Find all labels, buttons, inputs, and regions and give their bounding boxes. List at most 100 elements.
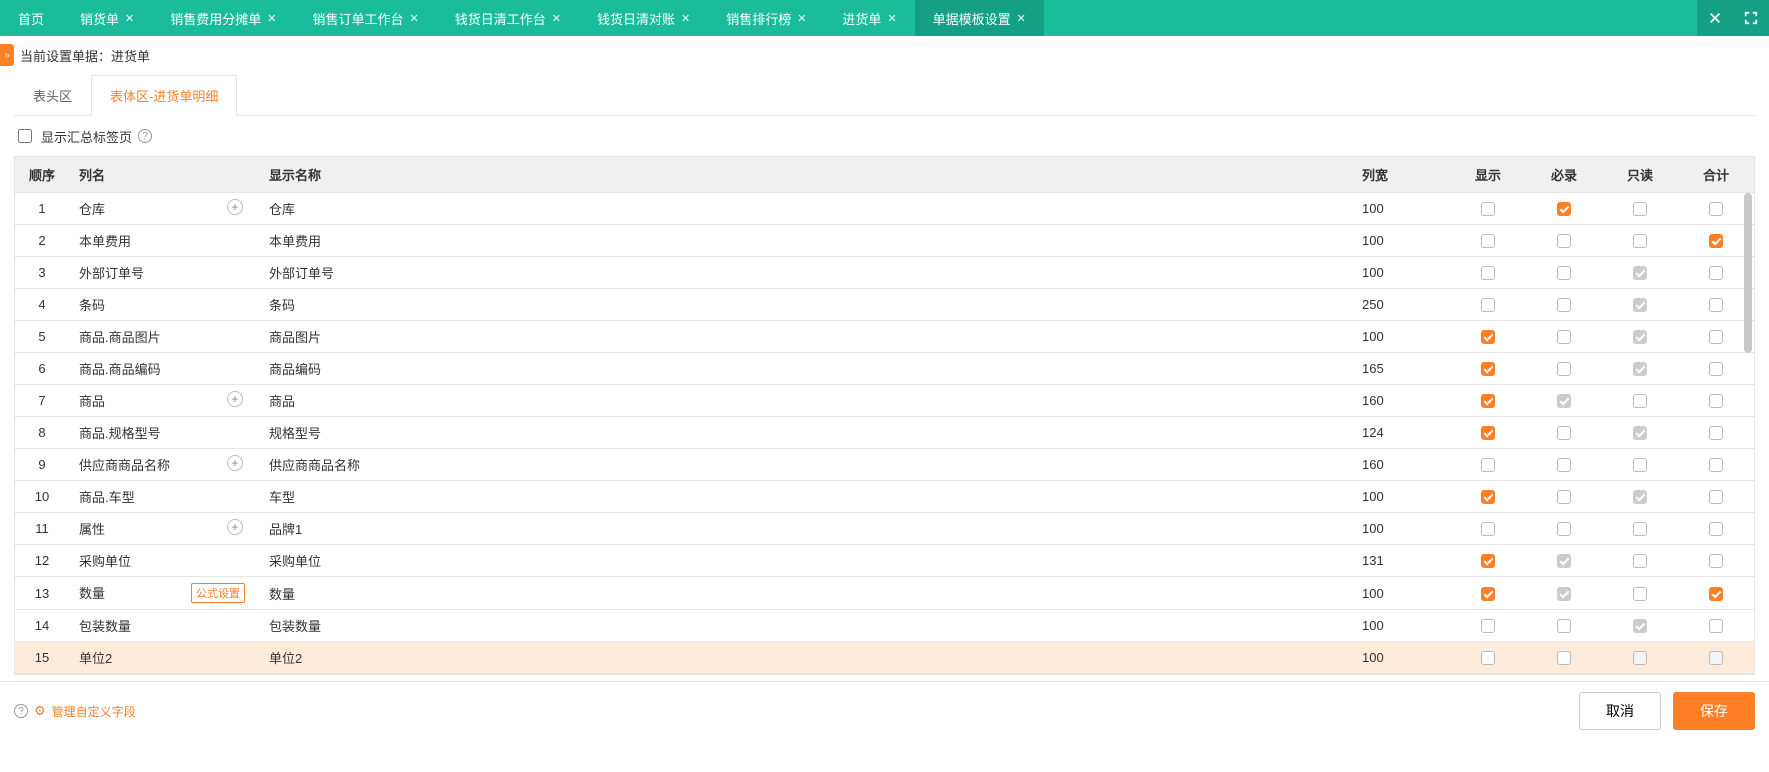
table-row[interactable]: 2本单费用本单费用100	[15, 225, 1754, 257]
close-icon[interactable]: ✕	[410, 12, 419, 25]
checkbox[interactable]	[1481, 362, 1495, 376]
cell-display-name[interactable]: 数量	[259, 577, 1352, 610]
checkbox[interactable]	[1709, 202, 1723, 216]
checkbox[interactable]	[1557, 362, 1571, 376]
checkbox[interactable]	[1481, 651, 1495, 665]
close-icon[interactable]: ✕	[125, 12, 134, 25]
close-icon[interactable]: ✕	[267, 12, 276, 25]
checkbox[interactable]	[1557, 458, 1571, 472]
checkbox[interactable]	[1557, 266, 1571, 280]
cell-width[interactable]: 100	[1352, 225, 1450, 257]
top-tab-8[interactable]: 单据模板设置✕	[915, 0, 1044, 36]
cell-display-name[interactable]: 商品图片	[259, 321, 1352, 353]
close-all-button[interactable]	[1697, 0, 1733, 36]
manage-custom-fields-link[interactable]: ? ⚙ 管理自定义字段	[14, 703, 136, 720]
table-row[interactable]: 13数量公式设置数量100	[15, 577, 1754, 610]
formula-settings-button[interactable]: 公式设置	[191, 583, 245, 603]
checkbox[interactable]	[1709, 234, 1723, 248]
collapse-handle-icon[interactable]: »	[0, 44, 14, 66]
checkbox[interactable]	[1481, 394, 1495, 408]
top-tab-3[interactable]: 销售订单工作台✕	[294, 0, 436, 36]
cell-display-name[interactable]: 品牌1	[259, 513, 1352, 545]
checkbox[interactable]	[1709, 490, 1723, 504]
checkbox[interactable]	[1481, 587, 1495, 601]
close-icon[interactable]: ✕	[552, 12, 561, 25]
top-tab-0[interactable]: 首页	[0, 0, 62, 36]
cell-width[interactable]: 100	[1352, 481, 1450, 513]
cell-display-name[interactable]: 商品	[259, 385, 1352, 417]
checkbox[interactable]	[1481, 619, 1495, 633]
top-tab-2[interactable]: 销售费用分摊单✕	[152, 0, 294, 36]
checkbox[interactable]	[1709, 554, 1723, 568]
checkbox[interactable]	[1633, 202, 1647, 216]
cell-display-name[interactable]: 仓库	[259, 193, 1352, 225]
cell-display-name[interactable]: 采购单位	[259, 545, 1352, 577]
table-row[interactable]: 7商品+商品160	[15, 385, 1754, 417]
checkbox[interactable]	[1633, 234, 1647, 248]
cell-display-name[interactable]: 供应商商品名称	[259, 449, 1352, 481]
checkbox[interactable]	[1633, 554, 1647, 568]
cell-display-name[interactable]: 包装数量	[259, 610, 1352, 642]
checkbox[interactable]	[1557, 234, 1571, 248]
checkbox[interactable]	[1709, 522, 1723, 536]
checkbox[interactable]	[1709, 362, 1723, 376]
checkbox[interactable]	[1481, 458, 1495, 472]
table-row[interactable]: 6商品.商品编码商品编码165	[15, 353, 1754, 385]
checkbox[interactable]	[1709, 458, 1723, 472]
checkbox[interactable]	[1633, 394, 1647, 408]
cell-width[interactable]: 124	[1352, 417, 1450, 449]
cell-width[interactable]: 160	[1352, 449, 1450, 481]
save-button[interactable]: 保存	[1673, 692, 1755, 730]
checkbox[interactable]	[1481, 490, 1495, 504]
checkbox[interactable]	[1557, 651, 1571, 665]
add-icon[interactable]: +	[227, 199, 243, 215]
checkbox[interactable]	[1709, 587, 1723, 601]
close-icon[interactable]: ✕	[681, 12, 690, 25]
cell-width[interactable]: 100	[1352, 577, 1450, 610]
checkbox[interactable]	[1557, 522, 1571, 536]
cell-width[interactable]: 100	[1352, 257, 1450, 289]
sub-tab-1[interactable]: 表体区-进货单明细	[91, 75, 237, 116]
checkbox[interactable]	[1481, 202, 1495, 216]
add-icon[interactable]: +	[227, 391, 243, 407]
table-row[interactable]: 11属性+品牌1100	[15, 513, 1754, 545]
checkbox[interactable]	[1633, 458, 1647, 472]
checkbox[interactable]	[1481, 330, 1495, 344]
cell-display-name[interactable]: 条码	[259, 289, 1352, 321]
top-tab-5[interactable]: 钱货日清对账✕	[579, 0, 708, 36]
checkbox[interactable]	[1557, 619, 1571, 633]
checkbox[interactable]	[1709, 330, 1723, 344]
vertical-scrollbar[interactable]	[1744, 193, 1752, 672]
add-icon[interactable]: +	[227, 519, 243, 535]
cell-width[interactable]: 100	[1352, 610, 1450, 642]
table-row[interactable]: 9供应商商品名称+供应商商品名称160	[15, 449, 1754, 481]
cell-width[interactable]: 131	[1352, 545, 1450, 577]
checkbox[interactable]	[1709, 619, 1723, 633]
help-icon[interactable]: ?	[138, 129, 152, 143]
checkbox[interactable]	[1709, 298, 1723, 312]
checkbox[interactable]	[1481, 266, 1495, 280]
checkbox[interactable]	[1633, 587, 1647, 601]
table-row[interactable]: 15单位2单位2100	[15, 642, 1754, 674]
close-icon[interactable]: ✕	[887, 12, 896, 25]
add-icon[interactable]: +	[227, 455, 243, 471]
cell-width[interactable]: 100	[1352, 513, 1450, 545]
close-icon[interactable]: ✕	[1017, 12, 1026, 25]
checkbox[interactable]	[1557, 330, 1571, 344]
cell-width[interactable]: 160	[1352, 385, 1450, 417]
checkbox[interactable]	[1557, 426, 1571, 440]
checkbox[interactable]	[1481, 234, 1495, 248]
table-row[interactable]: 1仓库+仓库100	[15, 193, 1754, 225]
cell-display-name[interactable]: 车型	[259, 481, 1352, 513]
checkbox[interactable]	[1481, 554, 1495, 568]
close-icon[interactable]: ✕	[797, 12, 806, 25]
checkbox[interactable]	[1557, 298, 1571, 312]
checkbox[interactable]	[1709, 394, 1723, 408]
checkbox[interactable]	[1709, 426, 1723, 440]
cell-width[interactable]: 100	[1352, 193, 1450, 225]
fullscreen-button[interactable]	[1733, 0, 1769, 36]
cell-width[interactable]: 100	[1352, 642, 1450, 674]
top-tab-4[interactable]: 钱货日清工作台✕	[437, 0, 579, 36]
table-row[interactable]: 4条码条码250	[15, 289, 1754, 321]
top-tab-1[interactable]: 销货单✕	[62, 0, 152, 36]
